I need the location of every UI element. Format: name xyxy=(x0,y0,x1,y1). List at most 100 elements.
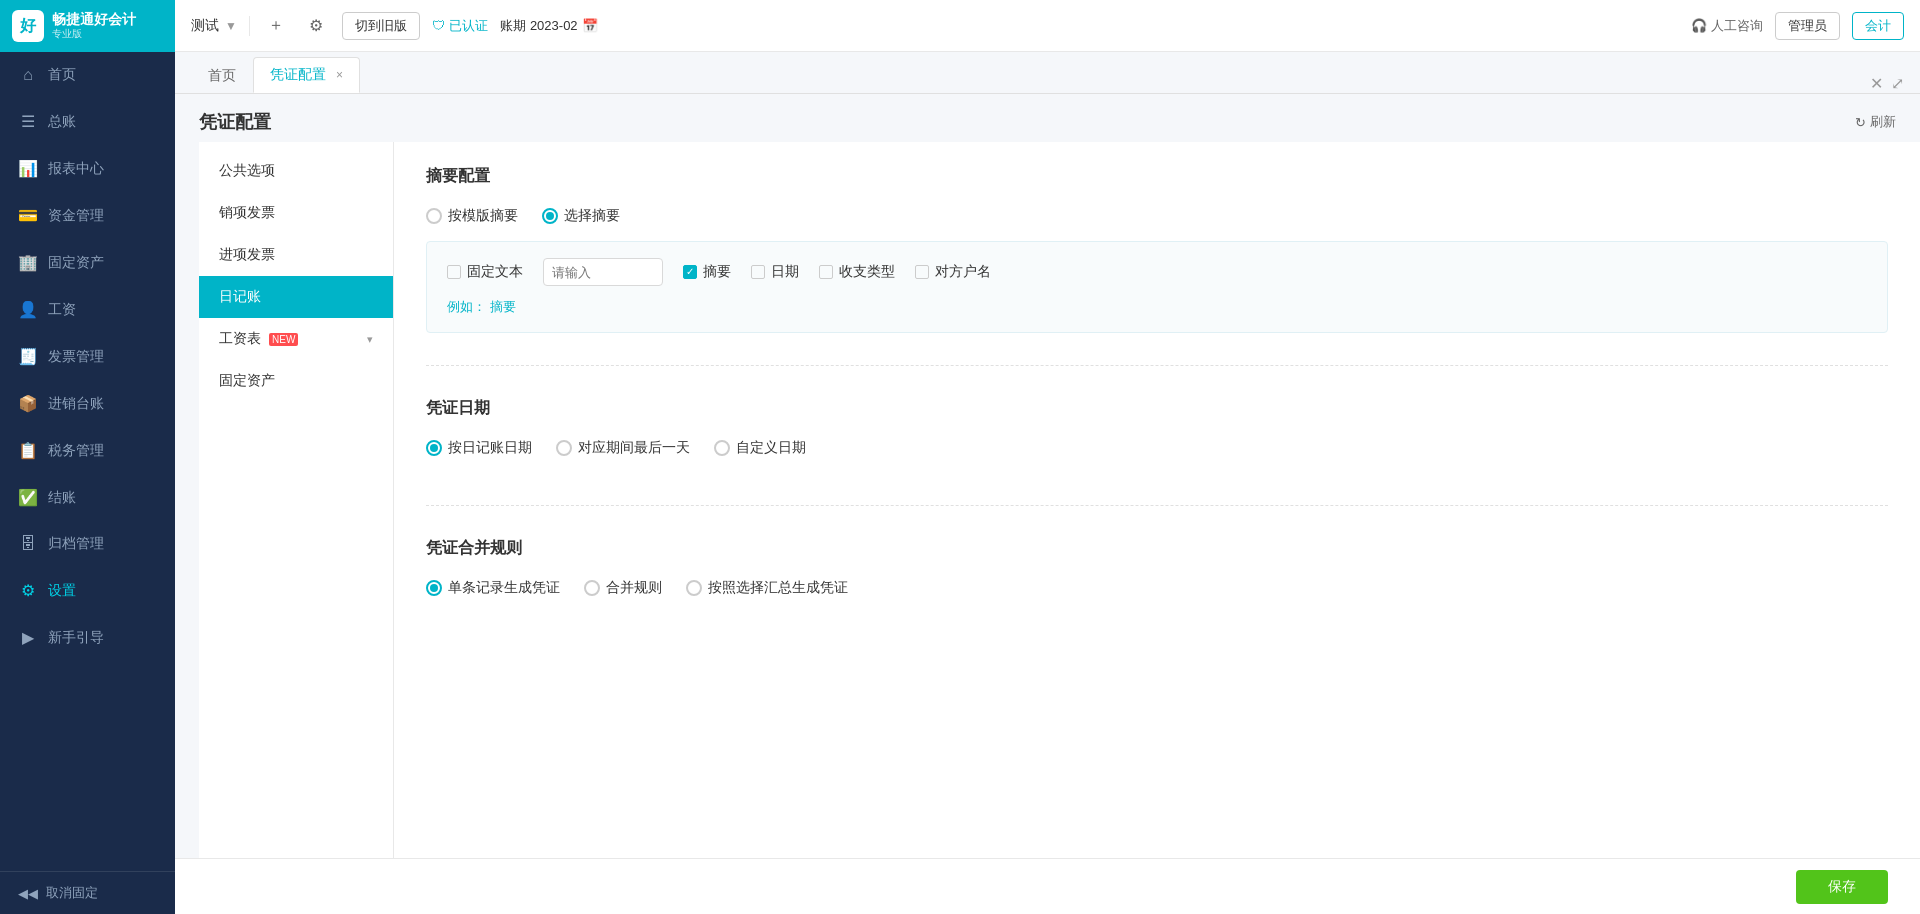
checkbox-date-label: 日期 xyxy=(771,263,799,281)
period-value: 2023-02 xyxy=(530,18,578,33)
sidebar-item-invoice[interactable]: 🧾 发票管理 xyxy=(0,333,175,380)
radio-template-summary-label: 按模版摘要 xyxy=(448,207,518,225)
user-button[interactable]: 管理员 xyxy=(1775,12,1840,40)
sidebar-item-fund[interactable]: 💳 资金管理 xyxy=(0,192,175,239)
divider-1 xyxy=(249,16,250,36)
expand-tab-button[interactable]: ⤢ xyxy=(1891,74,1904,93)
checkbox-summary-box xyxy=(683,265,697,279)
ledger-icon: ☰ xyxy=(18,112,38,131)
sidebar-item-home[interactable]: ⌂ 首页 xyxy=(0,52,175,98)
tabbar: 首页 凭证配置 × ✕ ⤢ xyxy=(175,52,1920,94)
logo-badge: 专业版 xyxy=(52,27,136,41)
consult-button[interactable]: 🎧 人工咨询 xyxy=(1691,17,1763,35)
topbar: 测试 ▼ ＋ ⚙ 切到旧版 🛡 已认证 账期 2023-02 📅 🎧 人工咨询 … xyxy=(175,0,1920,52)
save-button[interactable]: 保存 xyxy=(1796,870,1888,904)
sidebar-item-archive[interactable]: 🗄 归档管理 xyxy=(0,521,175,567)
checkbox-income-type[interactable]: 收支类型 xyxy=(819,263,895,281)
checkbox-summary[interactable]: 摘要 xyxy=(683,263,731,281)
summary-config-box: 固定文本 摘要 日期 xyxy=(426,241,1888,333)
tab-close-icon[interactable]: × xyxy=(336,68,343,82)
sidebar-item-close[interactable]: ✅ 结账 xyxy=(0,474,175,521)
checkbox-date[interactable]: 日期 xyxy=(751,263,799,281)
project-selector[interactable]: 测试 ▼ xyxy=(191,17,237,35)
radio-merge-rule-circle xyxy=(584,580,600,596)
checkbox-summary-label: 摘要 xyxy=(703,263,731,281)
calendar-icon: 📅 xyxy=(582,18,598,33)
radio-custom-date[interactable]: 自定义日期 xyxy=(714,439,806,457)
radio-single-record-label: 单条记录生成凭证 xyxy=(448,579,560,597)
cancel-fixed-btn[interactable]: ◀◀ 取消固定 xyxy=(0,871,175,914)
right-panel: 摘要配置 按模版摘要 选择摘要 xyxy=(394,142,1920,858)
main-area: 测试 ▼ ＋ ⚙ 切到旧版 🛡 已认证 账期 2023-02 📅 🎧 人工咨询 … xyxy=(175,0,1920,914)
sidebar-item-guide[interactable]: ▶ 新手引导 xyxy=(0,614,175,661)
radio-last-day-label: 对应期间最后一天 xyxy=(578,439,690,457)
radio-merge-rule-label: 合并规则 xyxy=(606,579,662,597)
radio-template-summary[interactable]: 按模版摘要 xyxy=(426,207,518,225)
nav-item-public-label: 公共选项 xyxy=(219,162,275,180)
logo-icon: 好 xyxy=(12,10,44,42)
example-label: 例如： xyxy=(447,299,486,314)
nav-item-public[interactable]: 公共选项 xyxy=(199,150,393,192)
radio-summary-generate[interactable]: 按照选择汇总生成凭证 xyxy=(686,579,848,597)
radio-merge-rule[interactable]: 合并规则 xyxy=(584,579,662,597)
radio-custom-date-label: 自定义日期 xyxy=(736,439,806,457)
radio-select-summary[interactable]: 选择摘要 xyxy=(542,207,620,225)
sidebar: 好 畅捷通好会计 专业版 ⌂ 首页 ☰ 总账 📊 报表中心 💳 资金管理 🏢 固… xyxy=(0,0,175,914)
nav-item-fixed-assets[interactable]: 固定资产 xyxy=(199,360,393,402)
verified-badge: 🛡 已认证 xyxy=(432,17,488,35)
sidebar-scroll: ⌂ 首页 ☰ 总账 📊 报表中心 💳 资金管理 🏢 固定资产 👤 工资 🧾 发票… xyxy=(0,52,175,871)
radio-by-journal-date-label: 按日记账日期 xyxy=(448,439,532,457)
sidebar-item-label: 报表中心 xyxy=(48,160,104,178)
sidebar-item-label: 税务管理 xyxy=(48,442,104,460)
sidebar-item-label: 工资 xyxy=(48,301,76,319)
sidebar-item-report[interactable]: 📊 报表中心 xyxy=(0,145,175,192)
nav-item-sales-invoice-label: 销项发票 xyxy=(219,204,275,222)
page-title: 凭证配置 xyxy=(199,110,271,134)
close-tab-button[interactable]: ✕ xyxy=(1870,74,1883,93)
sidebar-item-label: 新手引导 xyxy=(48,629,104,647)
accountant-button[interactable]: 会计 xyxy=(1852,12,1904,40)
verified-label: 已认证 xyxy=(449,17,488,35)
sidebar-item-trade[interactable]: 📦 进销台账 xyxy=(0,380,175,427)
period-text-label: 账期 xyxy=(500,17,526,35)
fund-icon: 💳 xyxy=(18,206,38,225)
sidebar-item-payroll[interactable]: 👤 工资 xyxy=(0,286,175,333)
bottom-bar: 保存 xyxy=(175,858,1920,914)
new-badge: NEW xyxy=(269,333,298,346)
sidebar-item-label: 设置 xyxy=(48,582,76,600)
switch-old-version-button[interactable]: 切到旧版 xyxy=(342,12,420,40)
sidebar-item-label: 进销台账 xyxy=(48,395,104,413)
report-icon: 📊 xyxy=(18,159,38,178)
close-period-icon: ✅ xyxy=(18,488,38,507)
tab-home-label: 首页 xyxy=(208,67,236,83)
tab-voucher-config[interactable]: 凭证配置 × xyxy=(253,57,360,93)
refresh-label: 刷新 xyxy=(1870,113,1896,131)
checkbox-fixed-text[interactable]: 固定文本 xyxy=(447,263,523,281)
pin-icon: ◀◀ xyxy=(18,886,38,901)
payroll-icon: 👤 xyxy=(18,300,38,319)
nav-item-journal[interactable]: 日记账 xyxy=(199,276,393,318)
example-text: 例如： 摘要 xyxy=(447,298,1867,316)
refresh-button[interactable]: ↻ 刷新 xyxy=(1855,113,1896,131)
radio-select-summary-label: 选择摘要 xyxy=(564,207,620,225)
radio-by-journal-date[interactable]: 按日记账日期 xyxy=(426,439,532,457)
tab-active-label: 凭证配置 xyxy=(270,66,326,82)
section-title-voucher-date: 凭证日期 xyxy=(426,398,1888,419)
checkbox-counterpart-name[interactable]: 对方户名 xyxy=(915,263,991,281)
nav-item-payroll-table[interactable]: 工资表 NEW ▾ xyxy=(199,318,393,360)
radio-single-record[interactable]: 单条记录生成凭证 xyxy=(426,579,560,597)
radio-last-day-of-period[interactable]: 对应期间最后一天 xyxy=(556,439,690,457)
tab-home[interactable]: 首页 xyxy=(191,58,253,93)
checkbox-counterpart-name-box xyxy=(915,265,929,279)
sidebar-item-ledger[interactable]: ☰ 总账 xyxy=(0,98,175,145)
sidebar-item-assets[interactable]: 🏢 固定资产 xyxy=(0,239,175,286)
page-content: 凭证配置 ↻ 刷新 公共选项 销项发票 进项发票 日记账 xyxy=(175,94,1920,914)
nav-item-purchase-invoice[interactable]: 进项发票 xyxy=(199,234,393,276)
radio-by-journal-date-circle xyxy=(426,440,442,456)
settings-gear-button[interactable]: ⚙ xyxy=(302,12,330,40)
add-button[interactable]: ＋ xyxy=(262,12,290,40)
nav-item-sales-invoice[interactable]: 销项发票 xyxy=(199,192,393,234)
fixed-text-input[interactable] xyxy=(543,258,663,286)
sidebar-item-settings[interactable]: ⚙ 设置 xyxy=(0,567,175,614)
sidebar-item-tax[interactable]: 📋 税务管理 xyxy=(0,427,175,474)
